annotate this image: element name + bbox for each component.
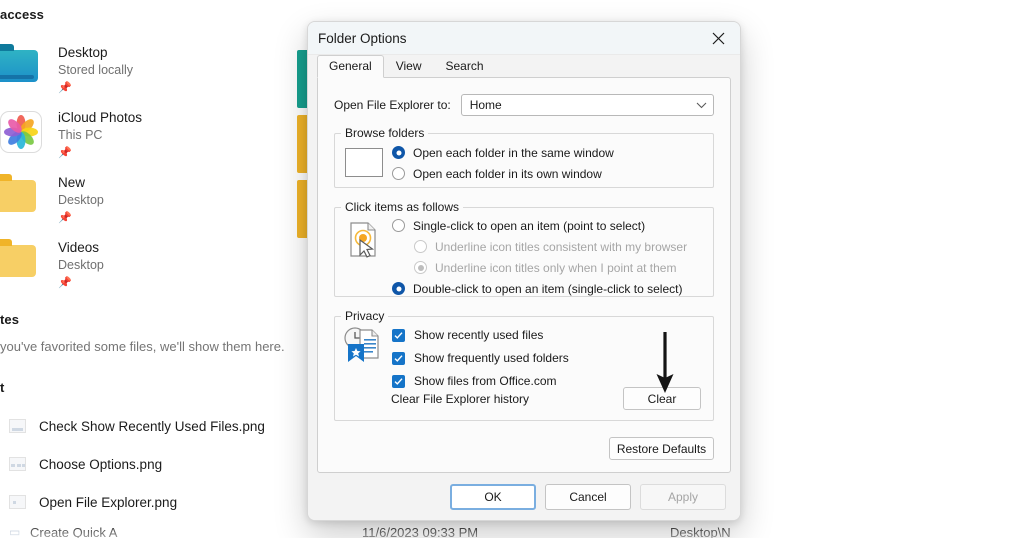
- chevron-down-icon: [696, 98, 707, 112]
- tab-view[interactable]: View: [384, 55, 434, 78]
- privacy-legend: Privacy: [345, 309, 385, 323]
- item-name: iCloud Photos: [58, 110, 143, 125]
- image-thumbnail-icon: [9, 495, 26, 509]
- tab-search[interactable]: Search: [434, 55, 496, 78]
- desktop-folder-icon: [0, 42, 46, 84]
- option-label: Double-click to open an item (single-cli…: [413, 282, 683, 296]
- checkbox-label: Show frequently used folders: [414, 351, 569, 365]
- open-file-explorer-to-row: Open File Explorer to: Home: [334, 94, 714, 116]
- browse-folders-legend: Browse folders: [345, 126, 425, 140]
- option-label: Open each folder in the same window: [413, 146, 614, 160]
- list-item[interactable]: Open File Explorer.png: [9, 491, 177, 513]
- radio-underline-on-point: Underline icon titles only when I point …: [414, 261, 705, 275]
- radio-double-click[interactable]: Double-click to open an item (single-cli…: [392, 282, 705, 296]
- item-name: New: [58, 175, 86, 190]
- checkbox-label: Show files from Office.com: [414, 374, 557, 388]
- file-name: Check Show Recently Used Files.png: [39, 418, 265, 434]
- folder-icon: [0, 172, 46, 214]
- radio-indicator: [392, 282, 405, 295]
- tab-panel-general: Open File Explorer to: Home Browse folde…: [317, 77, 731, 473]
- open-to-value: Home: [469, 98, 502, 112]
- apply-button: Apply: [640, 483, 726, 510]
- image-thumbnail-icon: [9, 419, 26, 433]
- open-to-dropdown[interactable]: Home: [460, 94, 714, 116]
- option-label: Single-click to open an item (point to s…: [413, 219, 646, 233]
- clear-button[interactable]: Clear: [623, 387, 701, 410]
- file-name: Choose Options.png: [39, 456, 163, 472]
- quick-access-item-icloud-photos[interactable]: iCloud Photos This PC 📌: [0, 107, 142, 161]
- item-location: This PC: [58, 128, 103, 142]
- pin-icon: 📌: [58, 277, 72, 289]
- quick-access-item-new[interactable]: New Desktop 📌: [0, 172, 104, 226]
- folder-options-dialog: Folder Options General View Search Open …: [307, 21, 741, 521]
- item-name: Videos: [58, 240, 100, 255]
- checkbox-indicator: [392, 329, 405, 342]
- dialog-tabs: General View Search: [308, 55, 740, 78]
- image-thumbnail-icon: ▭: [9, 525, 21, 538]
- radio-indicator: [414, 240, 427, 253]
- radio-single-click[interactable]: Single-click to open an item (point to s…: [392, 219, 705, 233]
- favorites-heading: tes: [0, 312, 20, 327]
- restore-defaults-wrap: Restore Defaults: [609, 437, 714, 460]
- quick-access-item-desktop[interactable]: Desktop Stored locally 📌: [0, 42, 133, 96]
- item-location: Desktop: [58, 193, 104, 207]
- clear-history-label: Clear File Explorer history: [391, 391, 530, 406]
- list-item[interactable]: Check Show Recently Used Files.png: [9, 415, 265, 437]
- option-label: Open each folder in its own window: [413, 167, 602, 181]
- tab-general[interactable]: General: [317, 55, 384, 78]
- pin-icon: 📌: [58, 147, 72, 159]
- radio-indicator: [392, 146, 405, 159]
- item-location: Stored locally: [58, 63, 134, 77]
- checkbox-show-files-from-office[interactable]: Show files from Office.com: [392, 374, 705, 388]
- item-name: Desktop: [58, 45, 108, 60]
- click-items-group: Click items as follows Single-click to o…: [334, 200, 714, 297]
- clear-history-row: Clear File Explorer history Clear: [391, 387, 701, 410]
- checkbox-show-recently-used-files[interactable]: Show recently used files: [392, 328, 705, 342]
- radio-underline-consistent: Underline icon titles consistent with my…: [414, 240, 705, 254]
- window-preview-icon: [345, 148, 383, 177]
- image-thumbnail-icon: [9, 457, 26, 471]
- favorites-empty-message: you've favorited some files, we'll show …: [0, 339, 285, 354]
- table-row[interactable]: ▭ Create Quick A 11/6/2023 09:33 PM Desk…: [0, 525, 1024, 538]
- pin-icon: 📌: [58, 212, 72, 224]
- radio-open-same-window[interactable]: Open each folder in the same window: [392, 146, 705, 160]
- pin-icon: 📌: [58, 82, 72, 94]
- checkbox-label: Show recently used files: [414, 328, 544, 342]
- recent-documents-icon: [341, 325, 389, 365]
- quick-access-item-videos[interactable]: Videos Desktop 📌: [0, 237, 104, 291]
- list-item[interactable]: Choose Options.png: [9, 453, 162, 475]
- radio-indicator: [392, 219, 405, 232]
- item-location: Desktop: [58, 258, 104, 272]
- icloud-photos-icon: [0, 107, 46, 153]
- browse-folders-group: Browse folders Open each folder in the s…: [334, 126, 714, 188]
- recent-heading: t: [0, 380, 5, 395]
- open-to-label: Open File Explorer to:: [334, 98, 451, 112]
- file-date: 11/6/2023 09:33 PM: [362, 525, 479, 538]
- radio-indicator: [414, 261, 427, 274]
- ok-button[interactable]: OK: [450, 483, 536, 510]
- file-name: Create Quick A: [30, 525, 118, 538]
- folder-icon: [0, 237, 46, 279]
- option-label: Underline icon titles consistent with my…: [435, 240, 688, 254]
- close-icon[interactable]: [696, 22, 740, 54]
- option-label: Underline icon titles only when I point …: [435, 261, 677, 275]
- restore-defaults-button[interactable]: Restore Defaults: [609, 437, 714, 460]
- file-path: Desktop\N: [670, 525, 731, 538]
- file-name: Open File Explorer.png: [39, 494, 178, 510]
- dialog-title: Folder Options: [318, 30, 407, 46]
- click-items-legend: Click items as follows: [345, 200, 460, 214]
- radio-open-own-window[interactable]: Open each folder in its own window: [392, 167, 705, 181]
- radio-indicator: [392, 167, 405, 180]
- dialog-titlebar: Folder Options: [308, 22, 740, 55]
- checkbox-indicator: [392, 352, 405, 365]
- privacy-group: Privacy Show recently used files Show fr…: [334, 309, 714, 421]
- click-pointer-icon: [344, 220, 382, 260]
- dialog-footer: OK Cancel Apply: [308, 473, 740, 520]
- cancel-button[interactable]: Cancel: [545, 483, 631, 510]
- checkbox-show-frequently-used-folders[interactable]: Show frequently used folders: [392, 351, 705, 365]
- quick-access-heading: access: [0, 7, 44, 22]
